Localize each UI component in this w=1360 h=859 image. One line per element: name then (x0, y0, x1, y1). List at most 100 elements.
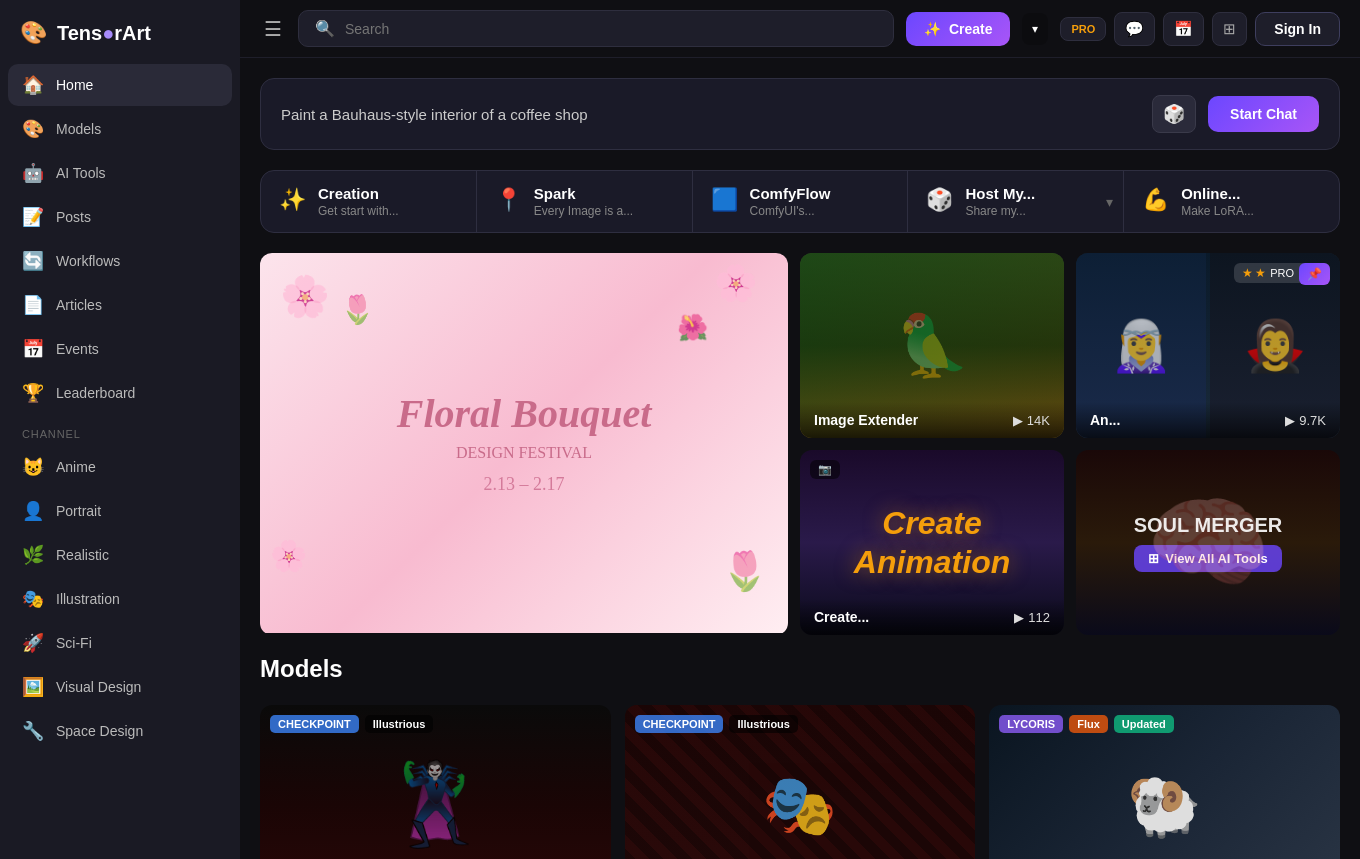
pro-badge[interactable]: PRO (1060, 17, 1106, 41)
ai-tools-icon: 🤖 (22, 162, 44, 184)
star-1: ★ (1242, 266, 1253, 280)
model-card-3-tags: LYCORIS Flux Updated (999, 715, 1174, 733)
discord-button[interactable]: 💬 (1114, 12, 1155, 46)
sidebar-item-sci-fi[interactable]: 🚀 Sci-Fi (8, 622, 232, 664)
online-icon: 💪 (1142, 187, 1169, 213)
anime-count: ▶ 9.7K (1285, 413, 1326, 428)
play-icon-1: ▶ (1013, 413, 1023, 428)
models-grid: 🦹 CHECKPOINT Illustrious 🎭 CHECKPOINT Il… (260, 705, 1340, 859)
tab-comfyflow[interactable]: 🟦 ComfyFlow ComfyUI's... (693, 171, 909, 232)
posts-icon: 📝 (22, 206, 44, 228)
anime-icon: 😺 (22, 456, 44, 478)
sidebar-item-anime[interactable]: 😺 Anime (8, 446, 232, 488)
tab-spark[interactable]: 📍 Spark Every Image is a... (477, 171, 693, 232)
online-title: Online... (1181, 185, 1254, 202)
sidebar-item-articles[interactable]: 📄 Articles (8, 284, 232, 326)
sidebar-item-illustration[interactable]: 🎭 Illustration (8, 578, 232, 620)
sidebar-item-posts[interactable]: 📝 Posts (8, 196, 232, 238)
camera-icon: 📷 (818, 463, 832, 476)
sidebar-item-realistic[interactable]: 🌿 Realistic (8, 534, 232, 576)
model-card-2[interactable]: 🎭 CHECKPOINT Illustrious (625, 705, 976, 859)
host-my-icon: 🎲 (926, 187, 953, 213)
sidebar-item-visual-design[interactable]: 🖼️ Visual Design (8, 666, 232, 708)
leaderboard-icon: 🏆 (22, 382, 44, 404)
model-card-1-tags: CHECKPOINT Illustrious (270, 715, 433, 733)
model-tag-flux: Flux (1069, 715, 1108, 733)
image-extender-label: Image Extender (814, 412, 918, 428)
sidebar-item-workflows[interactable]: 🔄 Workflows (8, 240, 232, 282)
anime-char-1: 🧝‍♀️ (1110, 317, 1172, 375)
model-card-1[interactable]: 🦹 CHECKPOINT Illustrious (260, 705, 611, 859)
host-my-sub: Share my... (965, 204, 1035, 218)
logo: 🎨 Tens●rArt (8, 12, 232, 62)
floral-title: Floral Bouquet (397, 392, 652, 436)
gallery-item-anime-girls[interactable]: 🧝‍♀️ 🧛‍♀️ ★ ★ PRO ★ ★ (1076, 253, 1340, 438)
sidebar-item-space-design[interactable]: 🔧 Space Design (8, 710, 232, 752)
models-icon: 🎨 (22, 118, 44, 140)
sidebar-item-models[interactable]: 🎨 Models (8, 108, 232, 150)
comfyflow-title: ComfyFlow (750, 185, 831, 202)
creation-title: Creation (318, 185, 399, 202)
play-icon-3: ▶ (1014, 610, 1024, 625)
host-my-title: Host My... (965, 185, 1035, 202)
home-icon: 🏠 (22, 74, 44, 96)
sidebar-item-visual-design-label: Visual Design (56, 679, 141, 695)
pro-stars: ★ ★ (1242, 266, 1266, 280)
create-button[interactable]: ✨ Create (906, 12, 1011, 46)
search-input[interactable] (345, 21, 877, 37)
sidebar-item-home-label: Home (56, 77, 93, 93)
brain-deco: 🧠 (1146, 484, 1271, 602)
sidebar-item-leaderboard[interactable]: 🏆 Leaderboard (8, 372, 232, 414)
sidebar-item-events[interactable]: 📅 Events (8, 328, 232, 370)
gallery-item-create-animation[interactable]: CreateAnimation Create... ▶ 112 📷 (800, 450, 1064, 635)
content-area: Paint a Bauhaus-style interior of a coff… (240, 58, 1360, 859)
topbar: ☰ 🔍 ✨ Create ▾ PRO 💬 📅 ⊞ Sign In (240, 0, 1360, 58)
creation-sub: Get start with... (318, 204, 399, 218)
create-label: Create (949, 21, 993, 37)
expand-icon: ▾ (1106, 194, 1113, 210)
spark-icon: 📍 (495, 187, 522, 213)
floral-date: 2.13 – 2.17 (397, 474, 652, 495)
sign-in-button[interactable]: Sign In (1255, 12, 1340, 46)
apps-button[interactable]: ⊞ (1212, 12, 1247, 46)
logo-text: Tens●rArt (57, 22, 151, 45)
spark-title: Spark (534, 185, 633, 202)
search-icon: 🔍 (315, 19, 335, 38)
flower-deco-4: 🌺 (677, 313, 708, 342)
create-anim-text: CreateAnimation (854, 504, 1010, 581)
menu-button[interactable]: ☰ (260, 13, 286, 45)
model-tag-updated: Updated (1114, 715, 1174, 733)
prompt-actions: 🎲 Start Chat (1152, 95, 1319, 133)
create-anim-label: Create... (814, 609, 869, 625)
model-tag-checkpoint-1: CHECKPOINT (270, 715, 359, 733)
pro-label-gallery: PRO (1270, 267, 1294, 279)
articles-icon: 📄 (22, 294, 44, 316)
start-chat-button[interactable]: Start Chat (1208, 96, 1319, 132)
anime-char-2: 🧛‍♀️ (1244, 317, 1306, 375)
model-card-3[interactable]: 🐏 LYCORIS Flux Updated (989, 705, 1340, 859)
gallery-item-view-all-tools[interactable]: 🧠 SOUL MERGER ⊞ View All AI Tools (1076, 450, 1340, 635)
models-section: Models (260, 655, 1340, 685)
calendar-button[interactable]: 📅 (1163, 12, 1204, 46)
model-card-2-tags: CHECKPOINT Illustrious (635, 715, 798, 733)
floral-text: Floral Bouquet DESIGN FESTIVAL 2.13 – 2.… (397, 392, 652, 495)
tab-host-my[interactable]: 🎲 Host My... Share my... ▾ (908, 171, 1124, 232)
gallery-item-jungle[interactable]: 🦜 Image Extender ▶ 14K (800, 253, 1064, 438)
sidebar-item-models-label: Models (56, 121, 101, 137)
sidebar-item-ai-tools[interactable]: 🤖 AI Tools (8, 152, 232, 194)
model-tag-checkpoint-2: CHECKPOINT (635, 715, 724, 733)
create-chevron-button[interactable]: ▾ (1022, 13, 1048, 45)
tab-creation[interactable]: ✨ Creation Get start with... (261, 171, 477, 232)
gallery-item-main[interactable]: 🌸 🌷 🌸 🌺 🌸 🌷 Floral Bouquet DESIGN FESTIV… (260, 253, 788, 635)
dice-button[interactable]: 🎲 (1152, 95, 1196, 133)
create-icon: ✨ (924, 21, 941, 37)
sidebar-item-home[interactable]: 🏠 Home (8, 64, 232, 106)
sidebar-item-ai-tools-label: AI Tools (56, 165, 106, 181)
illustration-icon: 🎭 (22, 588, 44, 610)
soul-scene: 🧠 SOUL MERGER ⊞ View All AI Tools (1076, 450, 1340, 635)
sidebar-item-portrait-label: Portrait (56, 503, 101, 519)
comfyflow-sub: ComfyUI's... (750, 204, 831, 218)
tab-online[interactable]: 💪 Online... Make LoRA... (1124, 171, 1339, 232)
flower-deco-3: 🌸 (714, 263, 758, 304)
sidebar-item-portrait[interactable]: 👤 Portrait (8, 490, 232, 532)
